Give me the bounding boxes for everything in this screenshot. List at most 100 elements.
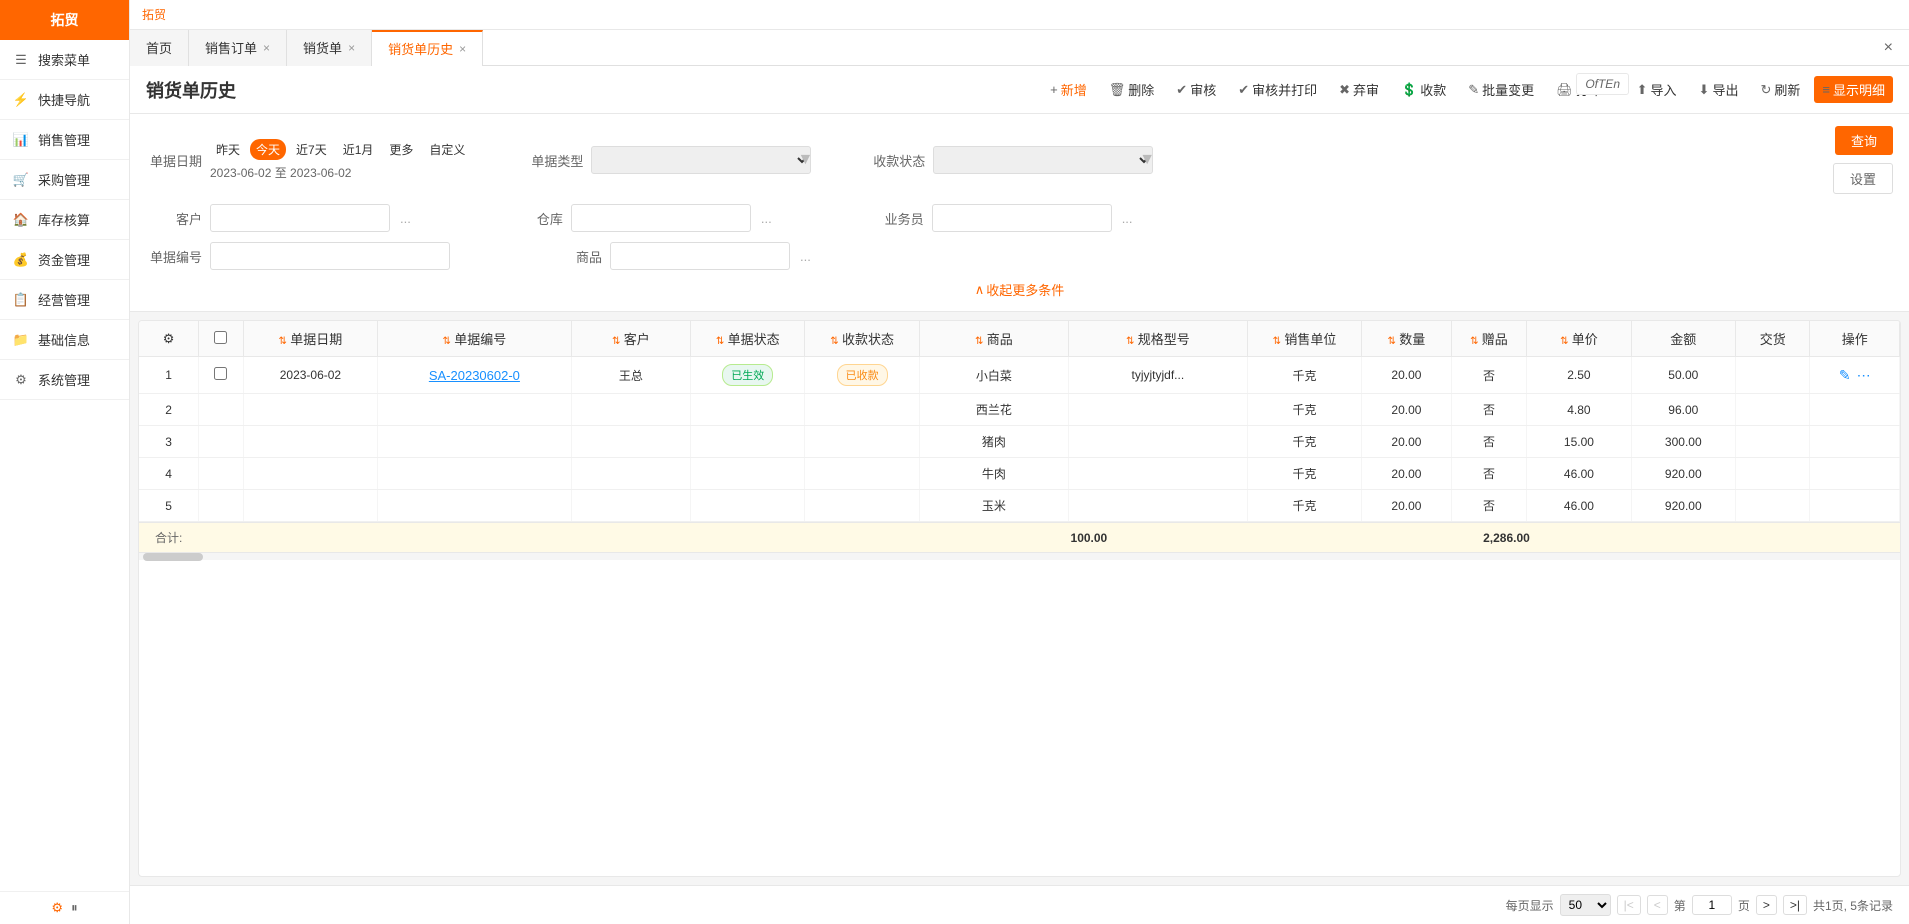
data-table: ⚙ ⇅ 单据日期 ⇅ 单据编号 ⇅ 客户	[139, 321, 1900, 522]
tab-home[interactable]: 首页	[130, 30, 189, 66]
first-page-btn[interactable]: |<	[1617, 895, 1641, 915]
doc-type-select[interactable]	[591, 146, 811, 174]
page-title: 销货单历史	[146, 77, 236, 103]
sidebar-item-label: 库存核算	[38, 210, 90, 229]
tab-sales-order[interactable]: 销售订单 ×	[189, 30, 287, 66]
sales-unit-col-header[interactable]: ⇅ 销售单位	[1247, 321, 1361, 357]
window-close-btn[interactable]: ×	[1876, 35, 1901, 61]
row-actions: ✎⋯	[1810, 357, 1900, 394]
row-more-btn[interactable]: ⋯	[1857, 367, 1871, 384]
new-button[interactable]: + 新增	[1042, 76, 1095, 103]
sidebar-item-search-menu[interactable]: ☰ 搜索菜单	[0, 40, 129, 80]
sort-icon: ⇅	[716, 336, 724, 347]
tab-sales-goods[interactable]: 销货单 ×	[287, 30, 372, 66]
audit-button[interactable]: ✔ 审核	[1168, 76, 1224, 103]
row-amount: 920.00	[1631, 490, 1735, 522]
collect-button[interactable]: 💲 收款	[1393, 76, 1454, 103]
sidebar-item-quick-nav[interactable]: ⚡ 快捷导航	[0, 80, 129, 120]
set-button[interactable]: 设置	[1833, 163, 1893, 194]
goods-input[interactable]	[610, 242, 790, 270]
filter-salesman: 业务员 ...	[868, 204, 1133, 232]
filter-row-1: 单据日期 昨天 今天 近7天 近1月 更多 自定义 2023-06-02 至 2…	[146, 126, 1893, 194]
page-size-select[interactable]: 50 100 200	[1560, 894, 1611, 916]
doc-status-col-header[interactable]: ⇅ 单据状态	[691, 321, 805, 357]
customer-col-header[interactable]: ⇅ 客户	[571, 321, 690, 357]
row-checkbox-cell[interactable]	[199, 394, 244, 426]
settings-col-header[interactable]: ⚙	[139, 321, 199, 357]
date-tab-more[interactable]: 更多	[383, 139, 419, 160]
row-qty: 20.00	[1362, 357, 1451, 394]
row-checkbox-cell[interactable]	[199, 357, 244, 394]
show-detail-button[interactable]: ≡ 显示明细	[1814, 76, 1893, 103]
unit-price-col-header[interactable]: ⇅ 单价	[1527, 321, 1631, 357]
tab-sales-goods-close[interactable]: ×	[348, 41, 355, 55]
scrollbar-thumb[interactable]	[143, 553, 203, 561]
sidebar-collapse-icon[interactable]: ⏸	[71, 900, 78, 916]
date-tab-7days[interactable]: 近7天	[290, 139, 333, 160]
prev-page-btn[interactable]: <	[1647, 895, 1668, 915]
query-button[interactable]: 查询	[1835, 126, 1893, 155]
export-icon: ⬇	[1699, 82, 1710, 98]
select-all-checkbox[interactable]	[214, 331, 227, 344]
refresh-button[interactable]: ↻ 刷新	[1752, 76, 1808, 103]
pay-status-col-header[interactable]: ⇅ 收款状态	[805, 321, 919, 357]
date-tab-yesterday[interactable]: 昨天	[210, 139, 246, 160]
sidebar-item-purchase-mgmt[interactable]: 🛒 采购管理	[0, 160, 129, 200]
last-page-btn[interactable]: >|	[1783, 895, 1807, 915]
doc-num-link[interactable]: SA-20230602-0	[429, 368, 520, 383]
row-goods: 牛肉	[919, 458, 1068, 490]
abandon-button[interactable]: ✖ 弃审	[1331, 76, 1387, 103]
row-checkbox-cell[interactable]	[199, 458, 244, 490]
footer-label: 合计:	[155, 529, 205, 546]
sidebar-item-finance[interactable]: 💰 资金管理	[0, 240, 129, 280]
salesman-input[interactable]	[932, 204, 1112, 232]
spec-col-header[interactable]: ⇅ 规格型号	[1068, 321, 1247, 357]
import-button[interactable]: ⬆ 导入	[1629, 76, 1685, 103]
collapse-button[interactable]: ∧ 收起更多条件	[975, 280, 1065, 299]
warehouse-input[interactable]	[571, 204, 751, 232]
filter-warehouse: 仓库 ...	[507, 204, 772, 232]
date-tab-custom[interactable]: 自定义	[423, 139, 471, 160]
goods-col-header[interactable]: ⇅ 商品	[919, 321, 1068, 357]
next-page-btn[interactable]: >	[1756, 895, 1777, 915]
pay-status-select[interactable]	[933, 146, 1153, 174]
delete-button[interactable]: 🗑 删除	[1101, 76, 1163, 103]
date-tab-today[interactable]: 今天	[250, 139, 286, 160]
settings-gear-icon[interactable]: ⚙	[163, 331, 175, 346]
salesman-dots[interactable]: ...	[1122, 211, 1133, 226]
export-button[interactable]: ⬇ 导出	[1691, 76, 1747, 103]
tab-sales-order-close[interactable]: ×	[263, 41, 270, 55]
sidebar-item-basic-info[interactable]: 📁 基础信息	[0, 320, 129, 360]
audit-print-button[interactable]: ✔ 审核并打印	[1230, 76, 1325, 103]
gift-col-header[interactable]: ⇅ 赠品	[1451, 321, 1527, 357]
sidebar-item-sales-mgmt[interactable]: 📊 销售管理	[0, 120, 129, 160]
sidebar-item-system-mgmt[interactable]: ⚙ 系统管理	[0, 360, 129, 400]
customer-dots[interactable]: ...	[400, 211, 411, 226]
refresh-label: 刷新	[1774, 80, 1800, 99]
batch-change-button[interactable]: ✎ 批量变更	[1460, 76, 1542, 103]
sidebar-item-ops-mgmt[interactable]: 📋 经营管理	[0, 280, 129, 320]
row-edit-btn[interactable]: ✎	[1839, 367, 1851, 384]
row-gift: 否	[1451, 394, 1527, 426]
tab-sales-history[interactable]: 销货单历史 ×	[372, 30, 483, 66]
checkbox-col-header[interactable]	[199, 321, 244, 357]
sidebar-item-inventory[interactable]: 🏠 库存核算	[0, 200, 129, 240]
tab-sales-history-close[interactable]: ×	[459, 42, 466, 56]
qty-col-header[interactable]: ⇅ 数量	[1362, 321, 1451, 357]
sidebar: 拓贸 ☰ 搜索菜单 ⚡ 快捷导航 📊 销售管理 🛒 采购管理 🏠 库存核算 💰 …	[0, 0, 130, 924]
goods-dots[interactable]: ...	[800, 249, 811, 264]
row-checkbox-cell[interactable]	[199, 426, 244, 458]
date-tab-1month[interactable]: 近1月	[337, 139, 380, 160]
doc-num-col-header[interactable]: ⇅ 单据编号	[378, 321, 572, 357]
row-checkbox[interactable]	[214, 367, 227, 380]
page-number-input[interactable]	[1692, 895, 1732, 915]
row-doc-status	[691, 458, 805, 490]
warehouse-dots[interactable]: ...	[761, 211, 772, 226]
doc-num-input[interactable]	[210, 242, 450, 270]
customer-input[interactable]	[210, 204, 390, 232]
doc-date-col-header[interactable]: ⇅ 单据日期	[243, 321, 377, 357]
row-gift: 否	[1451, 357, 1527, 394]
sidebar-settings-icon[interactable]: ⚙	[51, 900, 63, 916]
row-checkbox-cell[interactable]	[199, 490, 244, 522]
row-seq: 4	[139, 458, 199, 490]
